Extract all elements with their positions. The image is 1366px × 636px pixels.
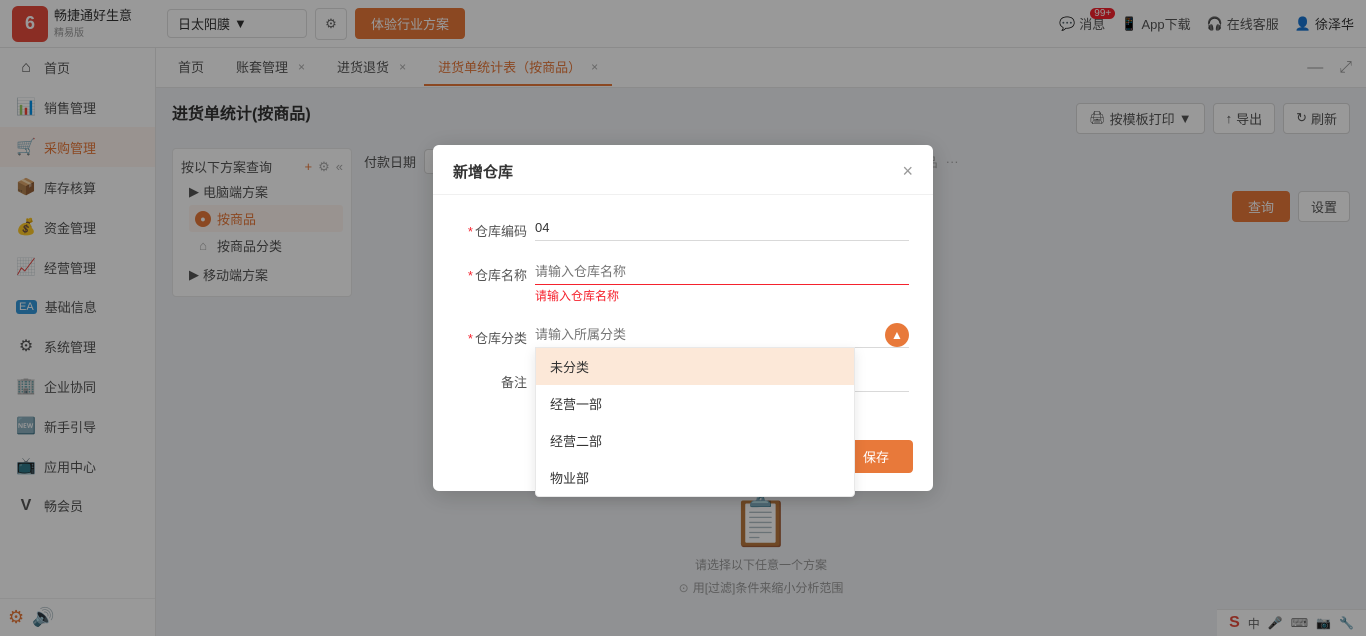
category-arrow-button[interactable]: ▲ (885, 323, 909, 347)
modal-title: 新增仓库 (453, 161, 513, 182)
dropdown-item-property[interactable]: 物业部 (536, 459, 854, 496)
remark-label: 备注 (457, 366, 527, 391)
category-input[interactable] (535, 322, 885, 347)
modal-header: 新增仓库 × (433, 145, 933, 195)
code-label: *仓库编码 (457, 215, 527, 240)
form-row-code: *仓库编码 (457, 215, 909, 241)
add-warehouse-modal: 新增仓库 × *仓库编码 *仓库名称 请输入仓库名称 (433, 145, 933, 491)
dropdown-item-dept1[interactable]: 经营一部 (536, 385, 854, 422)
name-field-wrap: 请输入仓库名称 (535, 259, 909, 304)
dropdown-item-uncategorized[interactable]: 未分类 (536, 348, 854, 385)
category-dropdown: 未分类 经营一部 经营二部 物业部 (535, 347, 855, 497)
category-select-wrap: ▲ 未分类 经营一部 经营二部 物业部 (535, 322, 909, 348)
name-input[interactable] (535, 259, 909, 285)
form-row-category: *仓库分类 ▲ 未分类 经营一部 经营二部 物业部 (457, 322, 909, 348)
modal-close-button[interactable]: × (902, 161, 913, 182)
form-row-name: *仓库名称 请输入仓库名称 (457, 259, 909, 304)
modal-body: *仓库编码 *仓库名称 请输入仓库名称 *仓库分类 (433, 195, 933, 430)
dropdown-item-dept2[interactable]: 经营二部 (536, 422, 854, 459)
modal-overlay: 新增仓库 × *仓库编码 *仓库名称 请输入仓库名称 (0, 0, 1366, 636)
code-input[interactable] (535, 215, 909, 241)
name-error-msg: 请输入仓库名称 (535, 287, 909, 304)
name-label: *仓库名称 (457, 259, 527, 284)
category-label: *仓库分类 (457, 322, 527, 347)
